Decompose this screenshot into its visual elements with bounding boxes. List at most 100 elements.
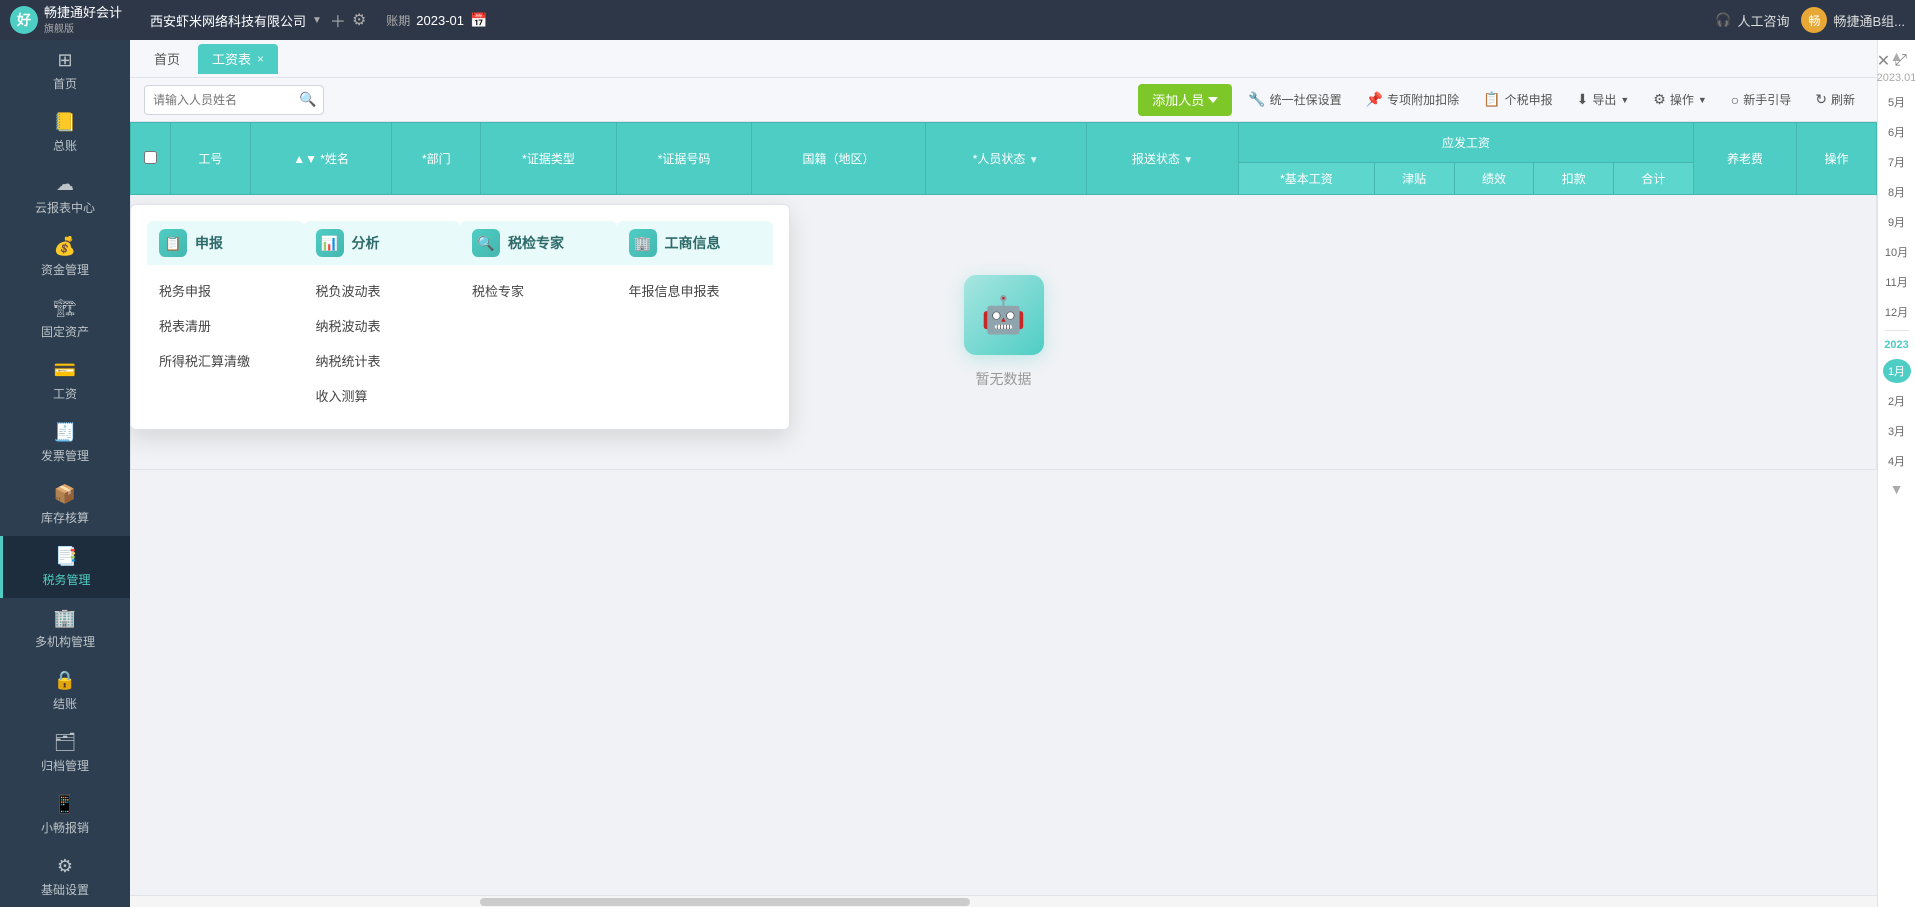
maximize-icon[interactable]: ⤢ [1894, 52, 1907, 70]
sidebar-item-cloud[interactable]: ☁ 云报表中心 [0, 164, 130, 226]
col-header-dept: *部门 [392, 123, 481, 195]
month-4[interactable]: 4月 [1878, 447, 1915, 475]
add-person-button[interactable]: 添加人员 [1138, 84, 1232, 116]
user-menu[interactable]: 畅 畅捷通B组... [1801, 7, 1905, 33]
archive-icon: 🗂 [54, 732, 77, 753]
logo-area: 好 畅捷通好会计 旗舰版 [10, 5, 140, 36]
refresh-button[interactable]: ↻ 刷新 [1807, 85, 1863, 115]
right-panel-separator [1885, 330, 1909, 331]
social-icon: 🔧 [1248, 91, 1265, 108]
operation-dropdown-icon: ▼ [1698, 95, 1707, 105]
item-income-estimate[interactable]: 收入测算 [304, 378, 461, 413]
gongshang-label: 工商信息 [665, 233, 721, 253]
month-7[interactable]: 7月 [1878, 148, 1915, 176]
search-icon[interactable]: 🔍 [299, 91, 316, 108]
sidebar-label-close: 结账 [53, 695, 77, 712]
sidebar-label-assets: 固定资产 [41, 323, 89, 340]
tab-close-button[interactable]: × [257, 52, 264, 66]
home-icon: ⊞ [57, 50, 72, 71]
operation-button[interactable]: ⚙ 操作 ▼ [1645, 85, 1715, 115]
sidebar-item-tax[interactable]: 📑 税务管理 [0, 536, 130, 598]
sidebar-item-basic[interactable]: ⚙ 基础设置 [0, 846, 130, 907]
export-button[interactable]: ⬇ 导出 ▼ [1569, 85, 1638, 115]
sidebar-item-multi[interactable]: 🏢 多机构管理 [0, 598, 130, 660]
company-dropdown-icon[interactable]: ▼ [312, 15, 322, 26]
tab-home[interactable]: 首页 [140, 44, 194, 74]
sidebar-item-close[interactable]: 🔒 结账 [0, 660, 130, 722]
month-9[interactable]: 9月 [1878, 208, 1915, 236]
month-2[interactable]: 2月 [1878, 387, 1915, 415]
guide-label: 新手引导 [1743, 91, 1791, 108]
month-3[interactable]: 3月 [1878, 417, 1915, 445]
salary-icon: 💳 [54, 360, 76, 381]
item-tax-declaration[interactable]: 税务申报 [147, 273, 304, 308]
tax-return-button[interactable]: 📋 个税申报 [1475, 85, 1560, 115]
item-tax-stat-table[interactable]: 纳税统计表 [304, 343, 461, 378]
month-5[interactable]: 5月 [1878, 88, 1915, 116]
col-header-checkbox[interactable] [131, 123, 171, 195]
search-wrap[interactable]: 🔍 [144, 85, 324, 115]
period-selector[interactable]: 账期 2023-01 📅 [386, 12, 487, 29]
scrollbar-thumb[interactable] [480, 898, 970, 906]
sidebar-label-salary: 工资 [53, 385, 77, 402]
sidebar-item-ledger[interactable]: 📒 总账 [0, 102, 130, 164]
month-10[interactable]: 10月 [1878, 238, 1915, 266]
tab-salary-table[interactable]: 工资表 × [198, 44, 278, 74]
item-tax-payment-table[interactable]: 纳税波动表 [304, 308, 461, 343]
fund-icon: 💰 [54, 236, 76, 257]
item-annual-report[interactable]: 年报信息申报表 [617, 273, 774, 308]
user-name: 畅捷通B组... [1833, 11, 1905, 30]
main-layout: ⊞ 首页 📒 总账 ☁ 云报表中心 💰 资金管理 🏗 固定资产 💳 工资 🧾 发… [0, 40, 1915, 907]
sidebar-item-xiaochang[interactable]: 📱 小畅报销 [0, 784, 130, 846]
sidebar-item-archive[interactable]: 🗂 归档管理 [0, 722, 130, 784]
close-period-icon: 🔒 [54, 670, 76, 691]
category-shuijian-header: 🔍 税检专家 [460, 221, 617, 265]
xiaochang-icon: 📱 [54, 794, 76, 815]
operation-icon: ⚙ [1653, 91, 1666, 108]
month-1-active[interactable]: 1月 [1883, 359, 1911, 383]
col-header-total: 合计 [1614, 163, 1694, 195]
col-header-id: 工号 [171, 123, 251, 195]
category-gongshang-header: 🏢 工商信息 [617, 221, 774, 265]
horizontal-scrollbar[interactable] [130, 895, 1877, 907]
month-12[interactable]: 12月 [1878, 298, 1915, 326]
month-11[interactable]: 11月 [1878, 268, 1915, 296]
right-panel-down-arrow[interactable]: ▼ [1886, 477, 1908, 501]
close-tab-icon[interactable]: ✕ [1877, 51, 1890, 71]
item-tax-burden-table[interactable]: 税负波动表 [304, 273, 461, 308]
sidebar-item-salary[interactable]: 💳 工资 [0, 350, 130, 412]
search-input[interactable] [153, 93, 293, 107]
status-filter-icon[interactable]: ▼ [1029, 155, 1039, 166]
main-content: 首页 工资表 × 🔍 添加人员 🔧 统一社保设置 [130, 40, 1877, 907]
sidebar-item-invoice[interactable]: 🧾 发票管理 [0, 412, 130, 474]
sidebar-item-inventory[interactable]: 📦 库存核算 [0, 474, 130, 536]
month-6[interactable]: 6月 [1878, 118, 1915, 146]
item-tax-table-list[interactable]: 税表清册 [147, 308, 304, 343]
invoice-icon: 🧾 [54, 422, 76, 443]
multi-icon: 🏢 [54, 608, 76, 629]
add-person-dropdown-icon [1208, 97, 1218, 103]
special-deduction-button[interactable]: 📌 专项附加扣除 [1358, 85, 1467, 115]
sidebar-item-home[interactable]: ⊞ 首页 [0, 40, 130, 102]
item-income-tax-settle[interactable]: 所得税汇算清缴 [147, 343, 304, 378]
item-tax-expert[interactable]: 税检专家 [460, 273, 617, 308]
social-insurance-button[interactable]: 🔧 统一社保设置 [1240, 85, 1349, 115]
inventory-icon: 📦 [54, 484, 76, 505]
add-company-button[interactable]: ＋ [330, 8, 346, 32]
calendar-icon[interactable]: 📅 [470, 12, 487, 29]
company-settings-button[interactable]: ⚙ [352, 10, 366, 30]
company-selector[interactable]: 西安虾米网络科技有限公司 ▼ [150, 11, 322, 30]
support-button[interactable]: 🎧 人工咨询 [1715, 11, 1789, 30]
guide-button[interactable]: ○ 新手引导 [1723, 85, 1799, 115]
avatar: 畅 [1801, 7, 1827, 33]
tax-icon-btn: 📋 [1483, 91, 1500, 108]
month-8[interactable]: 8月 [1878, 178, 1915, 206]
send-status-filter-icon[interactable]: ▼ [1183, 155, 1193, 166]
sidebar-label-invoice: 发票管理 [41, 447, 89, 464]
sidebar-item-assets[interactable]: 🏗 固定资产 [0, 288, 130, 350]
sidebar-item-fund[interactable]: 💰 资金管理 [0, 226, 130, 288]
shenbaos-label: 申报 [195, 233, 223, 253]
period-label: 账期 [386, 12, 410, 29]
select-all-checkbox[interactable] [144, 151, 157, 164]
export-icon: ⬇ [1577, 91, 1589, 108]
